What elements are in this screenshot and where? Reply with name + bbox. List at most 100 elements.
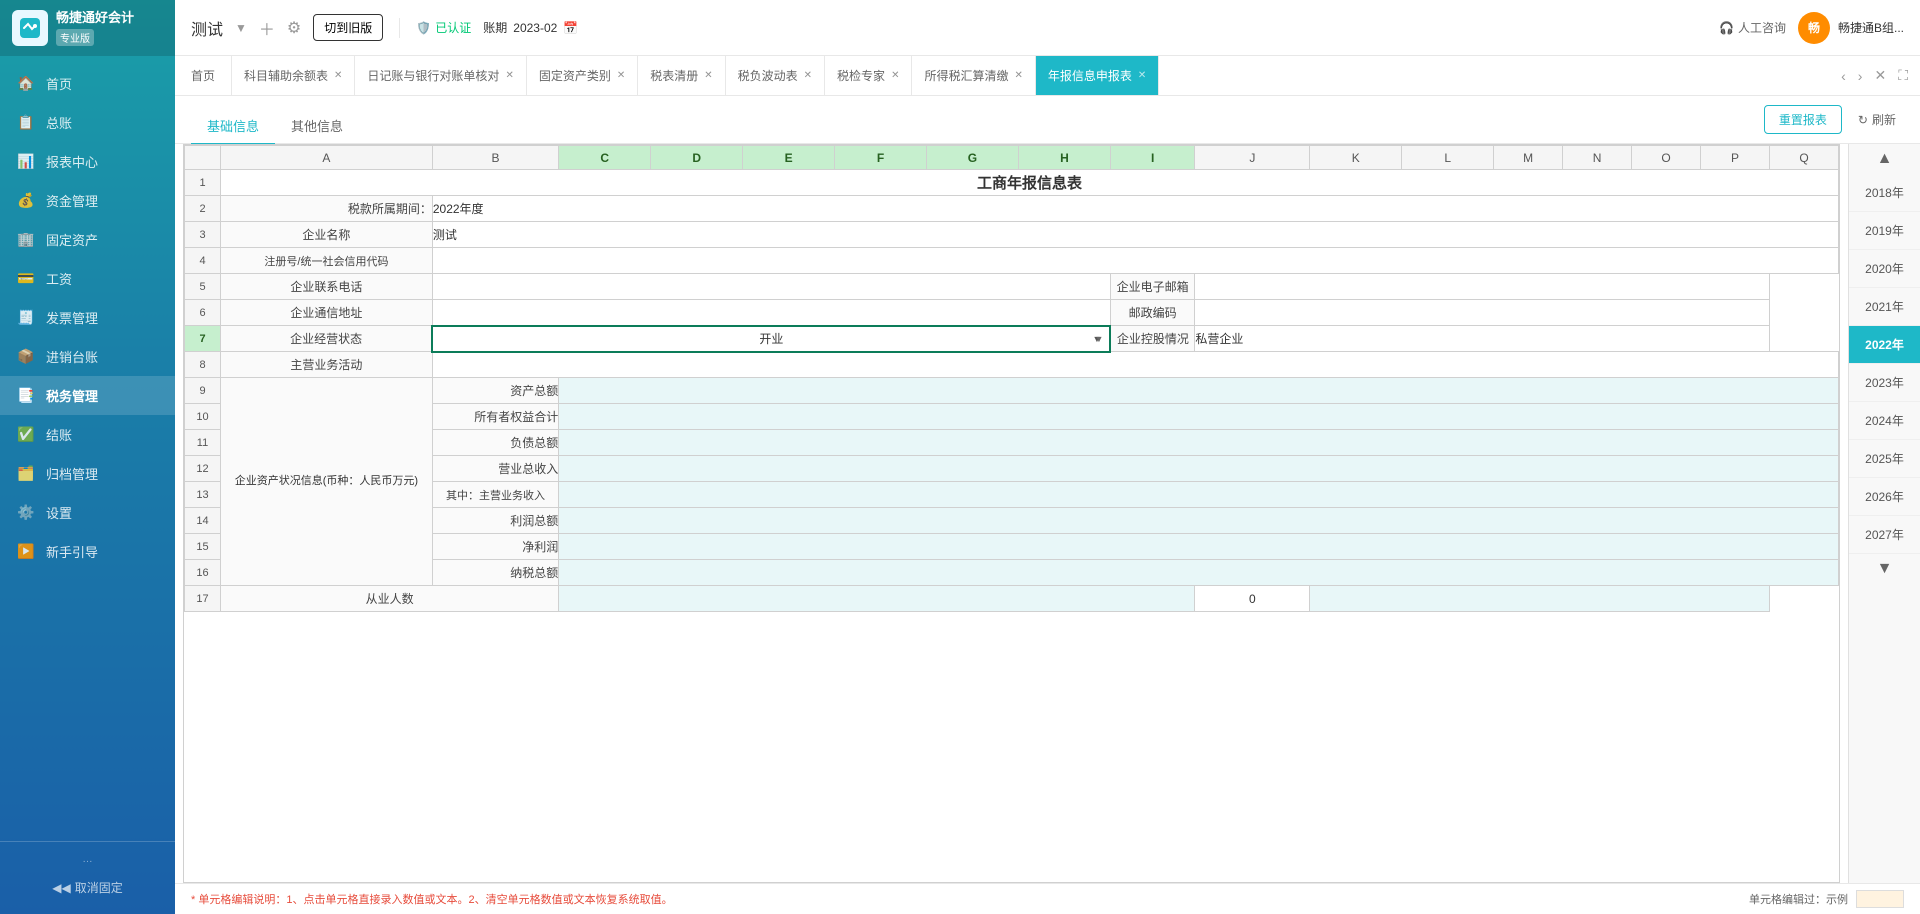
cell-17-a: 从业人数 — [221, 586, 559, 612]
year-item-2026[interactable]: 2026年 — [1849, 478, 1920, 516]
year-item-2022[interactable]: 2022年 — [1849, 326, 1920, 364]
sidebar-label-home: 首页 — [46, 74, 72, 93]
sub-tab-other[interactable]: 其他信息 — [275, 108, 359, 145]
sidebar-item-settings[interactable]: ⚙️ 设置 — [0, 493, 175, 532]
collapse-label: 取消固定 — [75, 879, 123, 896]
tab-home[interactable]: 首页 — [175, 56, 232, 95]
sidebar-item-funds[interactable]: 💰 资金管理 — [0, 181, 175, 220]
sidebar-item-inventory[interactable]: 📦 进销台账 — [0, 337, 175, 376]
sidebar-label-tax: 税务管理 — [46, 386, 98, 405]
switch-version-button[interactable]: 切到旧版 — [313, 14, 383, 41]
year-item-2024[interactable]: 2024年 — [1849, 402, 1920, 440]
cell-15-c[interactable] — [559, 534, 1839, 560]
chevron-down-icon: ▼ — [1877, 560, 1893, 577]
refresh-button[interactable]: ↻ 刷新 — [1850, 106, 1904, 133]
cell-7-b[interactable]: 开业 ▼ — [432, 326, 1110, 352]
tab-fixed-asset-type[interactable]: 固定资产类别 ✕ — [527, 56, 638, 95]
cell-12-c[interactable] — [559, 456, 1839, 482]
tab-tax-expert[interactable]: 税检专家 ✕ — [825, 56, 912, 95]
year-item-2023[interactable]: 2023年 — [1849, 364, 1920, 402]
row-num-3: 3 — [185, 222, 221, 248]
sidebar-item-reports[interactable]: 📊 报表中心 — [0, 142, 175, 181]
cell-2-b[interactable]: 2022年度 — [432, 196, 1838, 222]
cell-7-k[interactable]: 私营企业 — [1195, 326, 1770, 352]
cell-title[interactable]: 工商年报信息表 — [221, 170, 1839, 196]
year-panel-down-btn[interactable]: ▼ — [1849, 554, 1920, 584]
sidebar-item-tax[interactable]: 📑 税务管理 — [0, 376, 175, 415]
year-item-2025[interactable]: 2025年 — [1849, 440, 1920, 478]
cell-17-k[interactable] — [1310, 586, 1770, 612]
row-num-14: 14 — [185, 508, 221, 534]
cell-5-b[interactable] — [432, 274, 1110, 300]
sidebar-item-assets[interactable]: 🏢 固定资产 — [0, 220, 175, 259]
cell-13-c[interactable] — [559, 482, 1839, 508]
header-add-btn[interactable]: ＋ — [259, 16, 275, 40]
form-content: 基础信息 其他信息 重置报表 ↻ 刷新 — [175, 96, 1920, 914]
cell-14-b: 利润总额 — [432, 508, 558, 534]
year-item-2019[interactable]: 2019年 — [1849, 212, 1920, 250]
cell-14-c[interactable] — [559, 508, 1839, 534]
tab-close-1[interactable]: ✕ — [505, 70, 513, 81]
sub-tab-basic[interactable]: 基础信息 — [191, 108, 275, 145]
cell-4-b[interactable] — [432, 248, 1838, 274]
tab-tax-list[interactable]: 税表清册 ✕ — [638, 56, 725, 95]
cell-10-c[interactable] — [559, 404, 1839, 430]
tab-close-6[interactable]: ✕ — [1014, 70, 1022, 81]
status-bar: * 单元格编辑说明：1、点击单元格直接录入数值或文本。2、清空单元格数值或文本恢… — [175, 883, 1920, 914]
sidebar-item-home[interactable]: 🏠 首页 — [0, 64, 175, 103]
reset-report-button[interactable]: 重置报表 — [1764, 105, 1842, 134]
year-item-2027[interactable]: 2027年 — [1849, 516, 1920, 554]
cell-11-c[interactable] — [559, 430, 1839, 456]
tab-close-all-btn[interactable]: ✕ — [1870, 65, 1890, 86]
assets-icon: 🏢 — [16, 231, 36, 248]
cell-16-c[interactable] — [559, 560, 1839, 586]
calendar-icon[interactable]: 📅 — [563, 21, 578, 35]
tab-close-0[interactable]: ✕ — [334, 70, 342, 81]
cell-3-b[interactable]: 测试 — [432, 222, 1838, 248]
sidebar-item-ledger[interactable]: 📋 总账 — [0, 103, 175, 142]
sidebar-collapse-btn[interactable]: ◀◀ 取消固定 — [0, 871, 175, 904]
tab-scroll-right-btn[interactable]: › — [1854, 66, 1867, 86]
tab-close-2[interactable]: ✕ — [617, 70, 625, 81]
service-btn[interactable]: 🎧 人工咨询 — [1719, 19, 1786, 36]
sidebar-label-payroll: 工资 — [46, 269, 72, 288]
tab-close-5[interactable]: ✕ — [891, 70, 899, 81]
spreadsheet-container[interactable]: A B C D E F G H I J — [183, 144, 1840, 883]
cell-9-c[interactable] — [559, 378, 1839, 404]
cell-8-b[interactable] — [432, 352, 1838, 378]
tab-subject-balance[interactable]: 科目辅助余额表 ✕ — [232, 56, 355, 95]
sidebar-item-payroll[interactable]: 💳 工资 — [0, 259, 175, 298]
sidebar-item-closing[interactable]: ✅ 结账 — [0, 415, 175, 454]
example-label: 单元格编辑过：示例 — [1749, 891, 1848, 907]
tab-close-3[interactable]: ✕ — [704, 70, 712, 81]
year-item-2020[interactable]: 2020年 — [1849, 250, 1920, 288]
sidebar-item-archive[interactable]: 🗂️ 归档管理 — [0, 454, 175, 493]
cell-8-a: 主营业务活动 — [221, 352, 433, 378]
header-divider-1 — [399, 18, 400, 38]
tab-bank-reconcile[interactable]: 日记账与银行对账单核对 ✕ — [355, 56, 526, 95]
header-settings-btn[interactable]: ⚙ — [287, 18, 301, 38]
header-dropdown-btn[interactable]: ▼ — [235, 21, 247, 35]
user-info[interactable]: 畅 畅捷通B组... — [1798, 12, 1904, 44]
row-num-9: 9 — [185, 378, 221, 404]
cell-6-k[interactable] — [1195, 300, 1770, 326]
tab-tax-fluctuation[interactable]: 税负波动表 ✕ — [726, 56, 825, 95]
tab-scroll-left-btn[interactable]: ‹ — [1837, 66, 1850, 86]
avatar: 畅 — [1798, 12, 1830, 44]
tab-income-tax[interactable]: 所得税汇算清缴 ✕ — [912, 56, 1035, 95]
tab-close-7[interactable]: ✕ — [1138, 70, 1146, 81]
cell-17-c[interactable] — [559, 586, 1195, 612]
year-item-2018[interactable]: 2018年 — [1849, 174, 1920, 212]
cell-17-j[interactable]: 0 — [1195, 586, 1310, 612]
cell-5-k[interactable] — [1195, 274, 1770, 300]
spreadsheet-table: A B C D E F G H I J — [184, 145, 1839, 612]
tab-close-4[interactable]: ✕ — [804, 70, 812, 81]
sidebar-item-guide[interactable]: ▶️ 新手引导 — [0, 532, 175, 571]
cell-6-b[interactable] — [432, 300, 1110, 326]
tab-nav-buttons: ‹ › ✕ ⛶ — [1829, 65, 1920, 86]
year-panel-up-btn[interactable]: ▲ — [1849, 144, 1920, 174]
tab-expand-btn[interactable]: ⛶ — [1894, 65, 1912, 86]
tab-annual-report[interactable]: 年报信息申报表 ✕ — [1036, 56, 1159, 95]
year-item-2021[interactable]: 2021年 — [1849, 288, 1920, 326]
sidebar-item-invoice[interactable]: 🧾 发票管理 — [0, 298, 175, 337]
